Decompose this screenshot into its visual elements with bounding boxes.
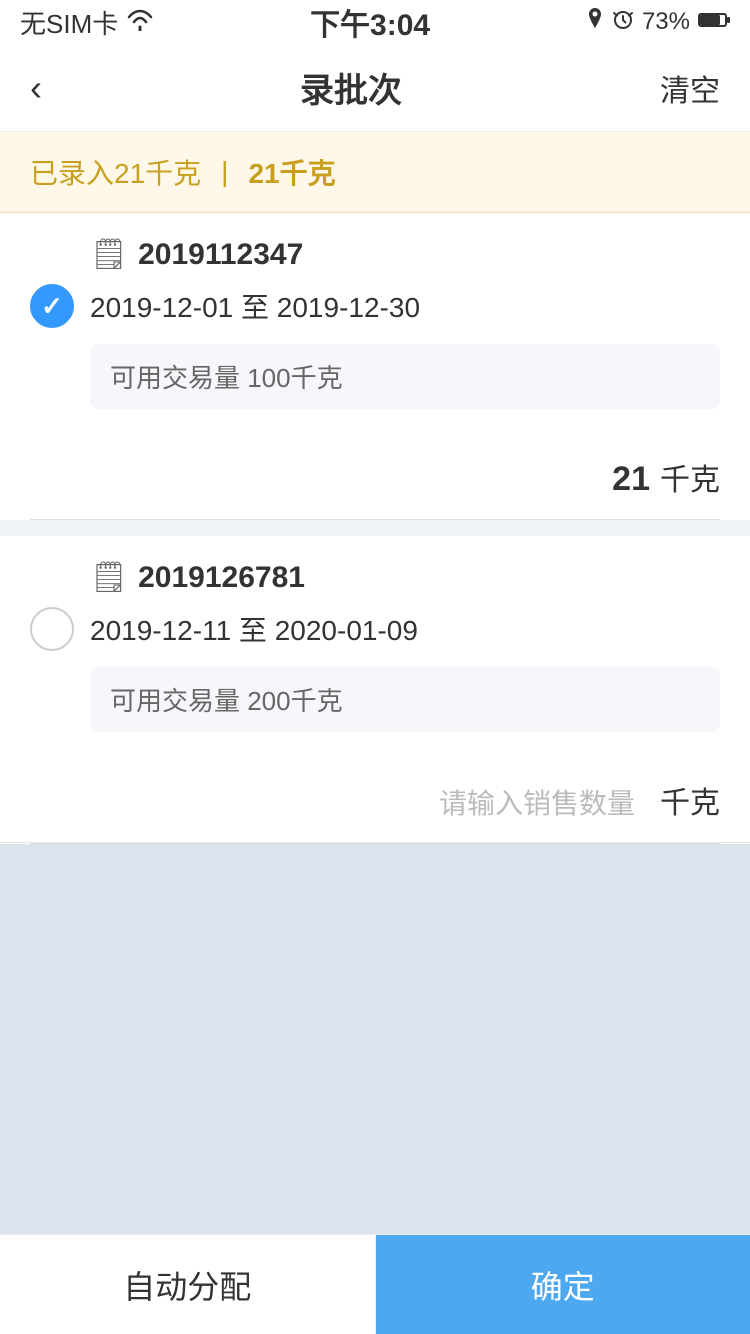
battery-icon: [698, 8, 730, 36]
batch-item-1: 🗒 2019112347 2019-12-01 至 2019-12-30 可用交…: [0, 213, 750, 520]
back-button[interactable]: ‹: [30, 67, 42, 109]
batch-id-icon-1: 🗒: [90, 237, 128, 272]
batch-avail-text-1: 可用交易量 100千克: [110, 363, 343, 393]
batch-item-2: 🗒 2019126781 2019-12-11 至 2020-01-09 可用交…: [0, 536, 750, 844]
batch-id-text-2: 2019126781: [138, 561, 305, 595]
batch-qty-input-2[interactable]: [264, 787, 650, 821]
summary-value: 21千克: [248, 152, 335, 192]
bottom-bar: 自动分配 确定: [0, 1234, 750, 1334]
status-time: 下午3:04: [310, 0, 430, 44]
batch-input-unit-2: 千克: [660, 778, 720, 822]
auto-distribute-button[interactable]: 自动分配: [0, 1235, 376, 1334]
confirm-button[interactable]: 确定: [376, 1235, 750, 1334]
batch-radio-2[interactable]: [30, 607, 74, 651]
gray-area: [0, 844, 750, 1284]
summary-divider: |: [221, 156, 228, 188]
alarm-icon: [612, 8, 634, 37]
batch-quantity-value-1: 21: [612, 460, 650, 499]
section-separator-1: [0, 520, 750, 536]
status-left: 无SIM卡: [20, 4, 154, 41]
status-right: 73%: [586, 8, 730, 37]
battery-percent: 73%: [642, 8, 690, 36]
batch-radio-1[interactable]: [30, 284, 74, 328]
batch-id-row-1: 🗒 2019112347: [90, 237, 720, 272]
summary-banner: 已录入21千克 | 21千克: [0, 132, 750, 213]
batch-id-row-2: 🗒 2019126781: [90, 560, 720, 595]
sim-text: 无SIM卡: [20, 4, 118, 41]
page-title: 录批次: [300, 63, 402, 112]
batch-date-row-1[interactable]: 2019-12-01 至 2019-12-30: [30, 284, 720, 328]
batch-avail-text-2: 可用交易量 200千克: [110, 686, 343, 716]
batch-id-text-1: 2019112347: [138, 238, 303, 272]
batch-item-2-inner: 🗒 2019126781 2019-12-11 至 2020-01-09 可用交…: [0, 536, 750, 768]
batch-date-text-2: 2019-12-11 至 2020-01-09: [90, 609, 418, 649]
nav-bar: ‹ 录批次 清空: [0, 44, 750, 132]
batch-input-row-2: 千克: [0, 768, 750, 843]
location-icon: [586, 8, 604, 37]
batch-date-row-2[interactable]: 2019-12-11 至 2020-01-09: [30, 607, 720, 651]
status-bar: 无SIM卡 下午3:04 73%: [0, 0, 750, 44]
batch-date-text-1: 2019-12-01 至 2019-12-30: [90, 286, 420, 326]
batch-avail-row-2: 可用交易量 200千克: [90, 667, 720, 732]
batch-avail-row-1: 可用交易量 100千克: [90, 344, 720, 409]
summary-entered-label: 已录入21千克: [30, 152, 201, 192]
batch-quantity-unit-1: 千克: [660, 455, 720, 499]
batch-item-1-inner: 🗒 2019112347 2019-12-01 至 2019-12-30 可用交…: [0, 213, 750, 445]
clear-button[interactable]: 清空: [660, 66, 720, 110]
batch-id-icon-2: 🗒: [90, 560, 128, 595]
batch-quantity-row-1: 21 千克: [0, 445, 750, 519]
wifi-icon: [126, 7, 154, 38]
